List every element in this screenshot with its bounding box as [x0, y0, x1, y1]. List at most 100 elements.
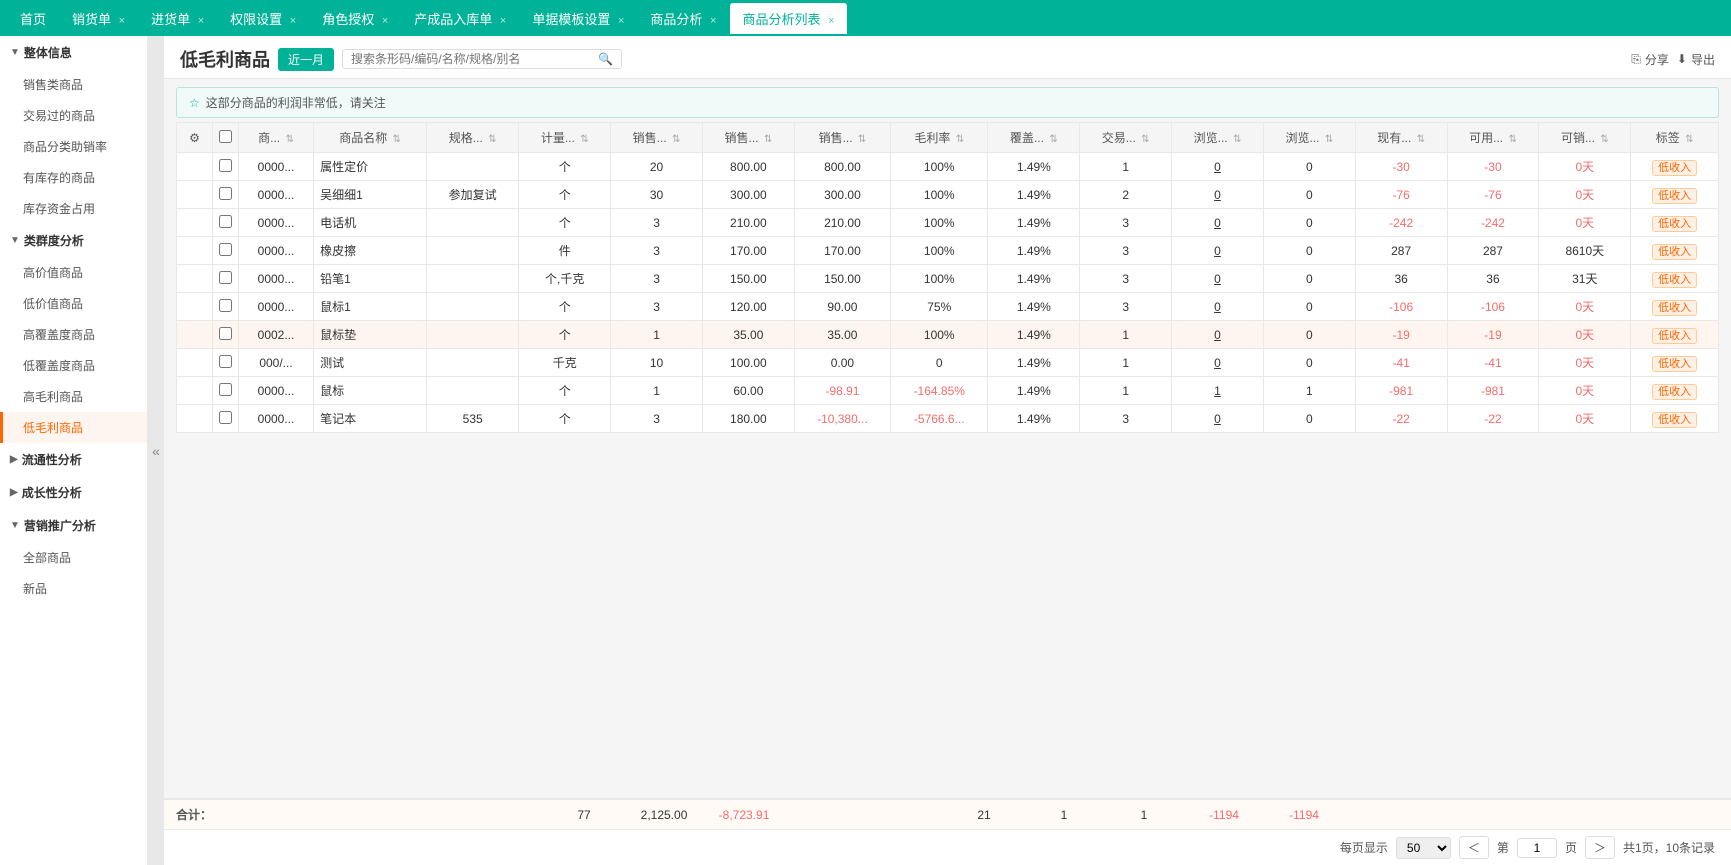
sidebar-item-sales-goods[interactable]: 销售类商品 — [0, 69, 147, 100]
col-unit[interactable]: 计量... ⇅ — [519, 123, 611, 153]
col-code[interactable]: 商... ⇅ — [238, 123, 313, 153]
col-available[interactable]: 可用... ⇅ — [1447, 123, 1539, 153]
row-checkbox[interactable] — [219, 383, 232, 396]
col-current-stock[interactable]: 现有... ⇅ — [1355, 123, 1447, 153]
nav-goods-analysis[interactable]: 商品分析 × — [638, 3, 728, 34]
col-tag[interactable]: 标签 ⇅ — [1631, 123, 1719, 153]
cell-view1[interactable]: 0 — [1172, 181, 1264, 209]
close-icon[interactable]: × — [618, 15, 624, 27]
sidebar-item-stock-funds[interactable]: 库存资金占用 — [0, 193, 147, 224]
sidebar-item-new-goods[interactable]: 新品 — [0, 573, 147, 604]
nav-permissions[interactable]: 权限设置 × — [218, 3, 308, 34]
select-all-checkbox[interactable] — [219, 130, 232, 143]
nav-product-in[interactable]: 产成品入库单 × — [402, 3, 518, 34]
cell-checkbox[interactable] — [212, 293, 238, 321]
cell-checkbox[interactable] — [212, 181, 238, 209]
close-icon[interactable]: × — [710, 15, 716, 27]
row-checkbox[interactable] — [219, 215, 232, 228]
sidebar-item-stocked-goods[interactable]: 有库存的商品 — [0, 162, 147, 193]
cell-checkbox[interactable] — [212, 237, 238, 265]
cell-view1[interactable]: 0 — [1172, 237, 1264, 265]
sidebar-item-high-coverage[interactable]: 高覆盖度商品 — [0, 319, 147, 350]
row-checkbox[interactable] — [219, 271, 232, 284]
page-input[interactable] — [1517, 838, 1557, 858]
col-trade-count[interactable]: 交易... ⇅ — [1080, 123, 1172, 153]
cell-view1[interactable]: 0 — [1172, 265, 1264, 293]
cell-sales-profit: 0.00 — [794, 349, 890, 377]
cell-view1[interactable]: 0 — [1172, 349, 1264, 377]
col-name[interactable]: 商品名称 ⇅ — [314, 123, 427, 153]
sidebar-group-marketing[interactable]: ▼ 营销推广分析 — [0, 509, 147, 542]
row-checkbox[interactable] — [219, 411, 232, 424]
cell-view1[interactable]: 0 — [1172, 321, 1264, 349]
row-checkbox[interactable] — [219, 327, 232, 340]
sidebar-item-low-value[interactable]: 低价值商品 — [0, 288, 147, 319]
sidebar-group-growth[interactable]: ▶ 成长性分析 — [0, 476, 147, 509]
cell-checkbox[interactable] — [212, 321, 238, 349]
nav-goods-analysis-list[interactable]: 商品分析列表 × — [730, 3, 846, 34]
sidebar-item-high-margin[interactable]: 高毛利商品 — [0, 381, 147, 412]
col-sales-qty[interactable]: 销售... ⇅ — [611, 123, 703, 153]
cell-checkbox[interactable] — [212, 209, 238, 237]
col-settings[interactable]: ⚙ — [177, 123, 213, 153]
close-icon[interactable]: × — [119, 15, 125, 27]
col-view1[interactable]: 浏览... ⇅ — [1172, 123, 1264, 153]
cell-checkbox[interactable] — [212, 153, 238, 181]
cell-view1[interactable]: 0 — [1172, 405, 1264, 433]
sidebar-group-flow[interactable]: ▶ 流通性分析 — [0, 443, 147, 476]
cell-saleable: 0天 — [1539, 209, 1631, 237]
row-checkbox[interactable] — [219, 299, 232, 312]
time-filter-button[interactable]: 近一月 — [278, 48, 334, 71]
cell-view1[interactable]: 1 — [1172, 377, 1264, 405]
cell-available: -22 — [1447, 405, 1539, 433]
sidebar-item-all-goods[interactable]: 全部商品 — [0, 542, 147, 573]
col-saleable[interactable]: 可销... ⇅ — [1539, 123, 1631, 153]
col-coverage[interactable]: 覆盖... ⇅ — [988, 123, 1080, 153]
col-sales-profit[interactable]: 销售... ⇅ — [794, 123, 890, 153]
next-page-button[interactable]: ＞ — [1585, 836, 1615, 859]
row-checkbox[interactable] — [219, 159, 232, 172]
close-icon[interactable]: × — [198, 15, 204, 27]
nav-purchase[interactable]: 进货单 × — [139, 3, 216, 34]
cell-view1[interactable]: 0 — [1172, 153, 1264, 181]
table-header-row: ⚙ 商... ⇅ 商品名称 ⇅ 规格... ⇅ 计量... ⇅ 销售... ⇅ … — [177, 123, 1719, 153]
nav-roles[interactable]: 角色授权 × — [310, 3, 400, 34]
close-icon[interactable]: × — [382, 15, 388, 27]
nav-template[interactable]: 单据模板设置 × — [520, 3, 636, 34]
cell-view1[interactable]: 0 — [1172, 293, 1264, 321]
sidebar-group-overall[interactable]: ▼ 整体信息 — [0, 36, 147, 69]
export-button[interactable]: ⬇ 导出 — [1677, 51, 1715, 68]
cell-checkbox[interactable] — [212, 377, 238, 405]
sidebar-group-cluster[interactable]: ▼ 类群度分析 — [0, 224, 147, 257]
cell-checkbox[interactable] — [212, 405, 238, 433]
sidebar-item-traded-goods[interactable]: 交易过的商品 — [0, 100, 147, 131]
cell-trade-count: 3 — [1080, 405, 1172, 433]
col-checkbox[interactable] — [212, 123, 238, 153]
sidebar-collapse-button[interactable]: « — [148, 36, 164, 865]
col-gross-rate[interactable]: 毛利率 ⇅ — [891, 123, 988, 153]
cell-sales-amt: 35.00 — [702, 321, 794, 349]
col-sales-amt[interactable]: 销售... ⇅ — [702, 123, 794, 153]
close-icon[interactable]: × — [500, 15, 506, 27]
sidebar-item-low-coverage[interactable]: 低覆盖度商品 — [0, 350, 147, 381]
sidebar-item-category-rate[interactable]: 商品分类助销率 — [0, 131, 147, 162]
row-checkbox[interactable] — [219, 187, 232, 200]
page-size-select[interactable]: 50 20 100 — [1396, 837, 1451, 859]
row-checkbox[interactable] — [219, 355, 232, 368]
search-input[interactable] — [351, 52, 598, 66]
cell-checkbox[interactable] — [212, 265, 238, 293]
cell-view1[interactable]: 0 — [1172, 209, 1264, 237]
cell-checkbox[interactable] — [212, 349, 238, 377]
row-checkbox[interactable] — [219, 243, 232, 256]
close-icon[interactable]: × — [290, 15, 296, 27]
share-button[interactable]: ⎘ 分享 — [1631, 51, 1669, 68]
sidebar-item-high-value[interactable]: 高价值商品 — [0, 257, 147, 288]
sidebar-item-low-margin[interactable]: 低毛利商品 — [0, 412, 147, 443]
nav-sales[interactable]: 销货单 × — [60, 3, 137, 34]
nav-home[interactable]: 首页 — [8, 3, 58, 34]
col-view2[interactable]: 浏览... ⇅ — [1263, 123, 1355, 153]
data-table-container[interactable]: ⚙ 商... ⇅ 商品名称 ⇅ 规格... ⇅ 计量... ⇅ 销售... ⇅ … — [176, 122, 1719, 798]
col-spec[interactable]: 规格... ⇅ — [427, 123, 519, 153]
prev-page-button[interactable]: ＜ — [1459, 836, 1489, 859]
close-icon[interactable]: × — [828, 15, 834, 27]
